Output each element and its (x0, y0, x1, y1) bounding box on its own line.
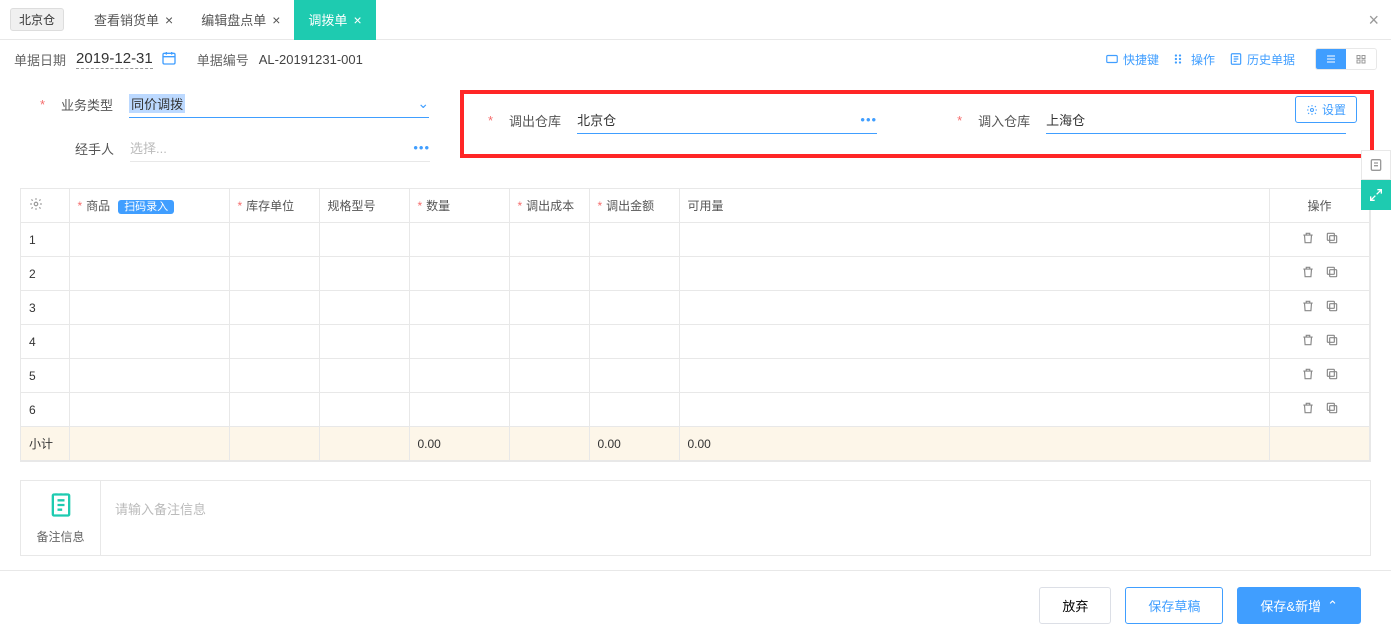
notes-panel: 备注信息 请输入备注信息 (20, 480, 1371, 556)
delete-icon[interactable] (1301, 367, 1315, 384)
tab-edit-stock[interactable]: 编辑盘点单× (187, 0, 294, 40)
footer: 放弃 保存草稿 保存&新增⌃ (0, 570, 1391, 640)
save-draft-button[interactable]: 保存草稿 (1125, 587, 1223, 624)
side-tab-notes[interactable] (1361, 150, 1391, 180)
info-row: 单据日期 2019-12-31 单据编号 AL-20191231-001 快捷键… (0, 40, 1391, 80)
history-link[interactable]: 历史单据 (1229, 51, 1295, 68)
table-row[interactable]: 3 (21, 291, 1370, 325)
required-mark: * (40, 97, 45, 112)
copy-icon[interactable] (1325, 333, 1339, 350)
header-bar: 北京仓 查看销货单× 编辑盘点单× 调拨单× × (0, 0, 1391, 40)
settings-button[interactable]: 设置 (1295, 96, 1357, 123)
form-panel: * 业务类型 同价调拨 ⌄ 经手人 选择... ••• * 调出仓库 北京仓 •… (0, 80, 1391, 178)
notes-label: 备注信息 (21, 481, 101, 555)
discard-button[interactable]: 放弃 (1039, 587, 1111, 624)
tab-view-sale[interactable]: 查看销货单× (80, 0, 187, 40)
chevron-up-icon: ⌃ (1327, 598, 1338, 614)
date-value[interactable]: 2019-12-31 (76, 50, 153, 69)
subtotal-row: 小计 0.00 0.00 0.00 (21, 427, 1370, 461)
close-icon[interactable]: × (1368, 10, 1379, 31)
copy-icon[interactable] (1325, 231, 1339, 248)
col-cost: *调出成本 (509, 189, 589, 223)
col-unit: *库存单位 (229, 189, 319, 223)
chevron-down-icon: ⌄ (417, 95, 429, 112)
scan-entry-tag[interactable]: 扫码录入 (118, 200, 174, 214)
items-table: *商品扫码录入 *库存单位 规格型号 *数量 *调出成本 *调出金额 可用量 操… (20, 188, 1371, 462)
shortcut-link[interactable]: 快捷键 (1105, 51, 1159, 68)
in-warehouse-field: * 调入仓库 上海仓 ••• (957, 106, 1346, 134)
col-product: *商品扫码录入 (69, 189, 229, 223)
side-tab-expand[interactable] (1361, 180, 1391, 210)
table-row[interactable]: 6 (21, 393, 1370, 427)
col-qty: *数量 (409, 189, 509, 223)
more-icon: ••• (413, 140, 430, 155)
delete-icon[interactable] (1301, 299, 1315, 316)
bill-no-value: AL-20191231-001 (259, 52, 363, 67)
table-row[interactable]: 2 (21, 257, 1370, 291)
table-row[interactable]: 1 (21, 223, 1370, 257)
save-new-button[interactable]: 保存&新增⌃ (1237, 587, 1361, 624)
close-icon[interactable]: × (353, 12, 361, 28)
copy-icon[interactable] (1325, 401, 1339, 418)
bill-no-label: 单据编号 (197, 50, 249, 69)
handler-select[interactable]: 选择... ••• (130, 134, 430, 162)
warehouse-highlight: * 调出仓库 北京仓 ••• * 调入仓库 上海仓 ••• (460, 90, 1374, 158)
copy-icon[interactable] (1325, 299, 1339, 316)
close-icon[interactable]: × (272, 12, 280, 28)
delete-icon[interactable] (1301, 333, 1315, 350)
notes-input[interactable]: 请输入备注信息 (101, 481, 1370, 555)
delete-icon[interactable] (1301, 265, 1315, 282)
col-model: 规格型号 (319, 189, 409, 223)
table-row[interactable]: 5 (21, 359, 1370, 393)
copy-icon[interactable] (1325, 265, 1339, 282)
notes-icon (47, 491, 75, 522)
side-tabs (1361, 150, 1391, 210)
view-list-icon[interactable] (1316, 49, 1346, 69)
copy-icon[interactable] (1325, 367, 1339, 384)
out-warehouse-field: * 调出仓库 北京仓 ••• (488, 106, 877, 134)
gear-icon (1306, 104, 1318, 116)
calendar-icon[interactable] (161, 50, 177, 69)
required-mark: * (488, 113, 493, 128)
col-amount: *调出金额 (589, 189, 679, 223)
tab-transfer[interactable]: 调拨单× (294, 0, 375, 40)
more-icon: ••• (860, 112, 877, 127)
handler-field: 经手人 选择... ••• (40, 134, 430, 162)
biz-type-select[interactable]: 同价调拨 ⌄ (129, 90, 429, 118)
close-icon[interactable]: × (165, 12, 173, 28)
delete-icon[interactable] (1301, 401, 1315, 418)
col-available: 可用量 (679, 189, 1270, 223)
col-ops: 操作 (1270, 189, 1370, 223)
date-label: 单据日期 (14, 50, 66, 69)
gear-icon (29, 197, 43, 211)
biz-type-field: * 业务类型 同价调拨 ⌄ (40, 90, 430, 118)
required-mark: * (957, 113, 962, 128)
operate-link[interactable]: 操作 (1173, 51, 1215, 68)
out-warehouse-select[interactable]: 北京仓 ••• (577, 106, 877, 134)
location-tag: 北京仓 (10, 8, 64, 31)
table-row[interactable]: 4 (21, 325, 1370, 359)
view-toggle (1315, 48, 1377, 70)
view-grid-icon[interactable] (1346, 49, 1376, 69)
gear-header[interactable] (21, 189, 69, 223)
delete-icon[interactable] (1301, 231, 1315, 248)
